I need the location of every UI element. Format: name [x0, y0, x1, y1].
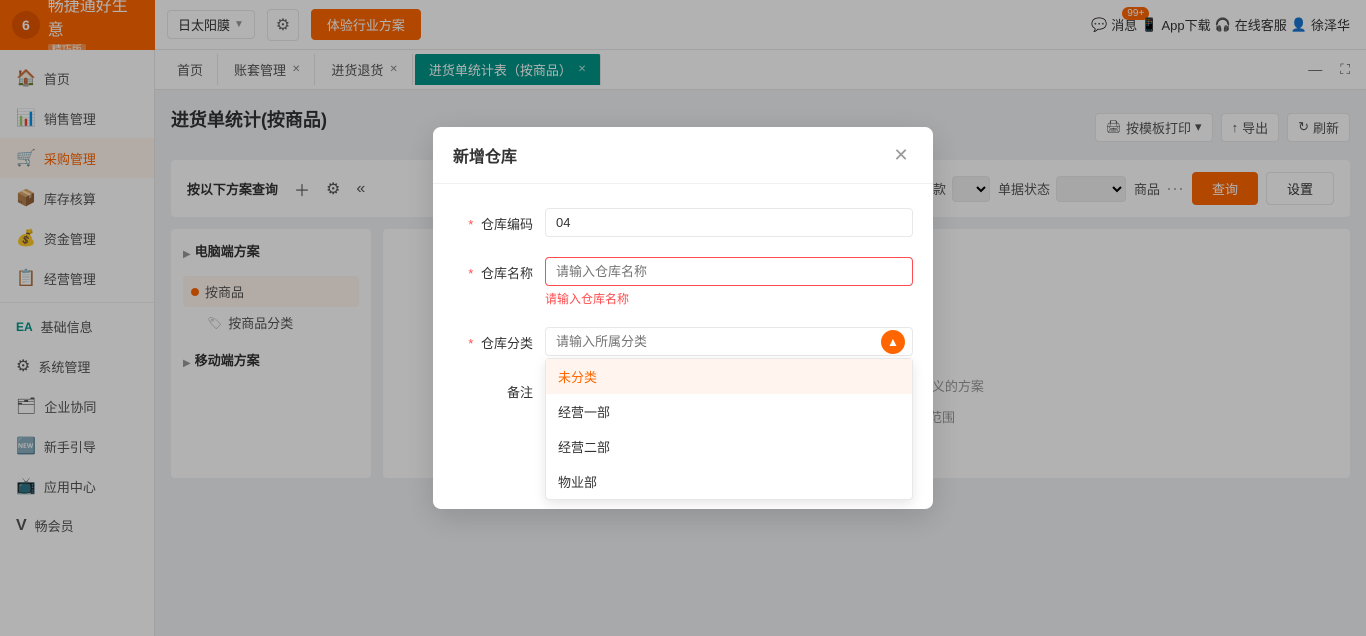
name-error-msg: 请输入仓库名称 [545, 290, 913, 307]
name-control: 请输入仓库名称 [545, 257, 913, 307]
modal-header: 新增仓库 ✕ [433, 127, 933, 184]
code-input[interactable] [545, 208, 913, 237]
category-dropdown-list: 未分类 经营一部 经营二部 物业部 [545, 358, 913, 500]
dropdown-item-dept2[interactable]: 经营二部 [546, 429, 912, 464]
form-row-category: * 仓库分类 ▲ 未分类 经营一部 经营二部 物业部 [453, 327, 913, 356]
dropdown-item-dept1[interactable]: 经营一部 [546, 394, 912, 429]
modal-body: * 仓库编码 * 仓库名称 请输入仓库名称 [433, 184, 933, 449]
dropdown-item-uncategorized[interactable]: 未分类 [546, 359, 912, 394]
category-input[interactable] [545, 327, 913, 356]
code-control [545, 208, 913, 237]
remark-label: 备注 [453, 376, 533, 401]
modal-title: 新增仓库 [453, 143, 517, 167]
form-row-name: * 仓库名称 请输入仓库名称 [453, 257, 913, 307]
category-label: * 仓库分类 [453, 327, 533, 352]
dropdown-toggle-button[interactable]: ▲ [881, 330, 905, 354]
category-control: ▲ 未分类 经营一部 经营二部 物业部 [545, 327, 913, 356]
modal-overlay[interactable]: 新增仓库 ✕ * 仓库编码 * 仓库名称 [0, 0, 1366, 636]
modal-close-button[interactable]: ✕ [889, 143, 913, 167]
dropdown-item-dept3[interactable]: 物业部 [546, 464, 912, 499]
code-label: * 仓库编码 [453, 208, 533, 233]
name-label: * 仓库名称 [453, 257, 533, 282]
form-row-code: * 仓库编码 [453, 208, 913, 237]
modal-new-warehouse: 新增仓库 ✕ * 仓库编码 * 仓库名称 [433, 127, 933, 509]
name-input[interactable] [545, 257, 913, 286]
